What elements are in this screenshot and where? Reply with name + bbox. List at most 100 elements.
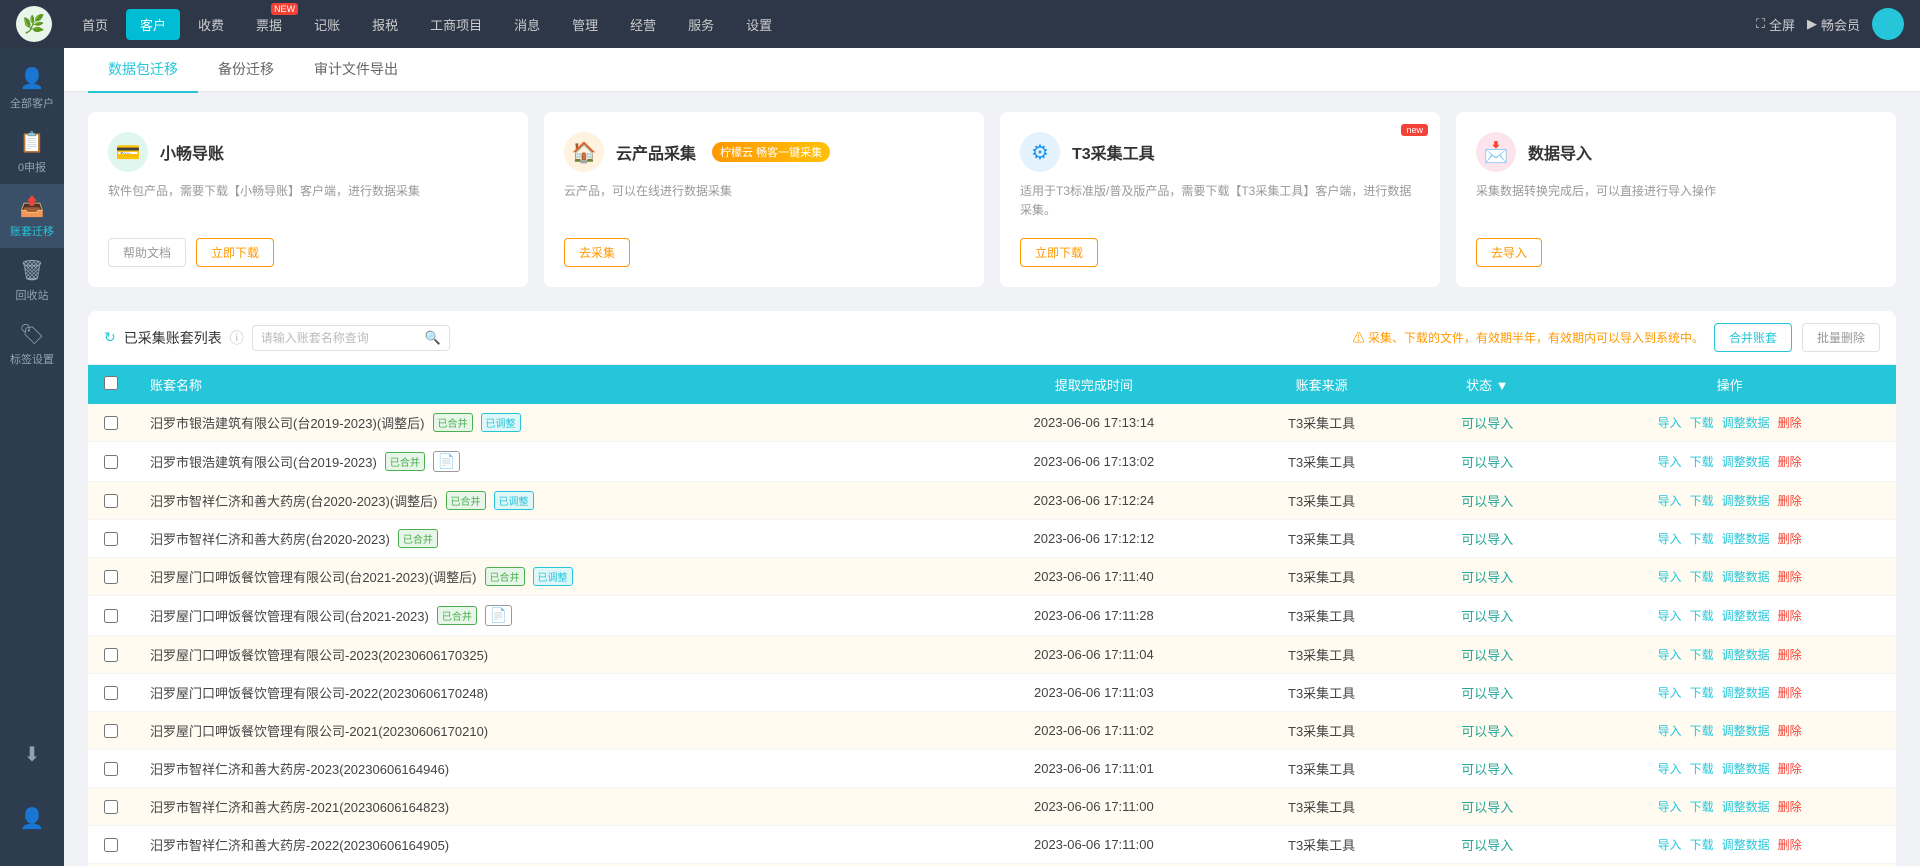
help-icon[interactable]: ⓘ bbox=[230, 328, 244, 348]
nav-settings[interactable]: 设置 bbox=[732, 9, 786, 40]
action-下载[interactable]: 下载 bbox=[1690, 416, 1714, 430]
action-删除[interactable]: 删除 bbox=[1778, 532, 1802, 546]
nav-fee[interactable]: 收费 bbox=[184, 9, 238, 40]
sidebar-item-user-profile[interactable]: 👤 bbox=[0, 786, 64, 850]
action-导入[interactable]: 导入 bbox=[1658, 800, 1682, 814]
action-下载[interactable]: 下载 bbox=[1690, 648, 1714, 662]
action-调整数据[interactable]: 调整数据 bbox=[1722, 762, 1770, 776]
download-now-button-1[interactable]: 立即下载 bbox=[196, 238, 274, 267]
action-导入[interactable]: 导入 bbox=[1658, 724, 1682, 738]
action-导入[interactable]: 导入 bbox=[1658, 416, 1682, 430]
action-下载[interactable]: 下载 bbox=[1690, 800, 1714, 814]
fullscreen-button[interactable]: ⛶ 全屏 bbox=[1756, 15, 1795, 34]
nav-service[interactable]: 服务 bbox=[674, 9, 728, 40]
nav-invoice[interactable]: 票据 new bbox=[242, 9, 296, 40]
action-调整数据[interactable]: 调整数据 bbox=[1722, 570, 1770, 584]
action-导入[interactable]: 导入 bbox=[1658, 762, 1682, 776]
sidebar-item-tag-settings[interactable]: 🏷 标签设置 bbox=[0, 312, 64, 376]
action-调整数据[interactable]: 调整数据 bbox=[1722, 416, 1770, 430]
action-删除[interactable]: 删除 bbox=[1778, 455, 1802, 469]
action-下载[interactable]: 下载 bbox=[1690, 609, 1714, 623]
row-checkbox[interactable] bbox=[104, 494, 118, 508]
action-导入[interactable]: 导入 bbox=[1658, 686, 1682, 700]
action-下载[interactable]: 下载 bbox=[1690, 724, 1714, 738]
row-checkbox[interactable] bbox=[104, 648, 118, 662]
row-checkbox[interactable] bbox=[104, 532, 118, 546]
sidebar-item-recycle[interactable]: 🗑 回收站 bbox=[0, 248, 64, 312]
row-status: 可以导入 bbox=[1461, 762, 1513, 777]
nav-client[interactable]: 客户 bbox=[126, 9, 180, 40]
row-checkbox[interactable] bbox=[104, 800, 118, 814]
select-all-checkbox[interactable] bbox=[104, 376, 118, 390]
action-调整数据[interactable]: 调整数据 bbox=[1722, 800, 1770, 814]
row-checkbox[interactable] bbox=[104, 609, 118, 623]
action-删除[interactable]: 删除 bbox=[1778, 648, 1802, 662]
help-doc-button[interactable]: 帮助文档 bbox=[108, 238, 186, 267]
tab-data-migrate[interactable]: 数据包迁移 bbox=[88, 48, 198, 93]
action-导入[interactable]: 导入 bbox=[1658, 609, 1682, 623]
action-导入[interactable]: 导入 bbox=[1658, 494, 1682, 508]
action-删除[interactable]: 删除 bbox=[1778, 570, 1802, 584]
action-删除[interactable]: 删除 bbox=[1778, 800, 1802, 814]
action-导入[interactable]: 导入 bbox=[1658, 838, 1682, 852]
tab-audit-export[interactable]: 审计文件导出 bbox=[294, 48, 418, 93]
action-下载[interactable]: 下载 bbox=[1690, 532, 1714, 546]
avatar[interactable] bbox=[1872, 8, 1904, 40]
go-collect-button[interactable]: 去采集 bbox=[564, 238, 630, 267]
action-删除[interactable]: 删除 bbox=[1778, 609, 1802, 623]
sidebar-item-zero-report[interactable]: 📋 0申报 bbox=[0, 120, 64, 184]
action-下载[interactable]: 下载 bbox=[1690, 686, 1714, 700]
nav-mgmt[interactable]: 管理 bbox=[558, 9, 612, 40]
action-删除[interactable]: 删除 bbox=[1778, 762, 1802, 776]
action-调整数据[interactable]: 调整数据 bbox=[1722, 648, 1770, 662]
action-删除[interactable]: 删除 bbox=[1778, 494, 1802, 508]
action-下载[interactable]: 下载 bbox=[1690, 762, 1714, 776]
action-调整数据[interactable]: 调整数据 bbox=[1722, 724, 1770, 738]
action-导入[interactable]: 导入 bbox=[1658, 648, 1682, 662]
action-调整数据[interactable]: 调整数据 bbox=[1722, 455, 1770, 469]
action-导入[interactable]: 导入 bbox=[1658, 455, 1682, 469]
nav-tax[interactable]: 报税 bbox=[358, 9, 412, 40]
row-checkbox[interactable] bbox=[104, 455, 118, 469]
batch-delete-button[interactable]: 批量删除 bbox=[1802, 323, 1880, 352]
go-import-button[interactable]: 去导入 bbox=[1476, 238, 1542, 267]
row-checkbox[interactable] bbox=[104, 724, 118, 738]
search-input[interactable] bbox=[261, 331, 421, 345]
sidebar-item-account-migrate[interactable]: 📤 账套迁移 bbox=[0, 184, 64, 248]
action-删除[interactable]: 删除 bbox=[1778, 416, 1802, 430]
row-checkbox[interactable] bbox=[104, 838, 118, 852]
card-title-1: 小畅导账 bbox=[160, 140, 224, 164]
refresh-icon[interactable]: ↻ bbox=[104, 329, 116, 346]
sidebar-item-download[interactable]: ⬇ bbox=[0, 722, 64, 786]
download-now-button-3[interactable]: 立即下载 bbox=[1020, 238, 1098, 267]
action-下载[interactable]: 下载 bbox=[1690, 455, 1714, 469]
sidebar-item-all-client[interactable]: 👤 全部客户 bbox=[0, 56, 64, 120]
row-checkbox[interactable] bbox=[104, 570, 118, 584]
action-调整数据[interactable]: 调整数据 bbox=[1722, 686, 1770, 700]
merge-button[interactable]: 合并账套 bbox=[1714, 323, 1792, 352]
action-调整数据[interactable]: 调整数据 bbox=[1722, 609, 1770, 623]
action-调整数据[interactable]: 调整数据 bbox=[1722, 532, 1770, 546]
vip-button[interactable]: ▶ 畅会员 bbox=[1807, 15, 1860, 34]
row-time: 2023-06-06 17:11:04 bbox=[956, 636, 1232, 674]
row-checkbox[interactable] bbox=[104, 416, 118, 430]
action-调整数据[interactable]: 调整数据 bbox=[1722, 494, 1770, 508]
nav-msg[interactable]: 消息 bbox=[500, 9, 554, 40]
action-删除[interactable]: 删除 bbox=[1778, 686, 1802, 700]
nav-biz[interactable]: 工商项目 bbox=[416, 9, 496, 40]
nav-ops[interactable]: 经营 bbox=[616, 9, 670, 40]
action-调整数据[interactable]: 调整数据 bbox=[1722, 838, 1770, 852]
search-icon[interactable]: 🔍 bbox=[425, 330, 441, 346]
action-删除[interactable]: 删除 bbox=[1778, 838, 1802, 852]
action-导入[interactable]: 导入 bbox=[1658, 570, 1682, 584]
action-下载[interactable]: 下载 bbox=[1690, 494, 1714, 508]
row-checkbox[interactable] bbox=[104, 686, 118, 700]
action-下载[interactable]: 下载 bbox=[1690, 570, 1714, 584]
action-导入[interactable]: 导入 bbox=[1658, 532, 1682, 546]
action-下载[interactable]: 下载 bbox=[1690, 838, 1714, 852]
tab-backup-migrate[interactable]: 备份迁移 bbox=[198, 48, 294, 93]
nav-account[interactable]: 记账 bbox=[300, 9, 354, 40]
action-删除[interactable]: 删除 bbox=[1778, 724, 1802, 738]
row-checkbox[interactable] bbox=[104, 762, 118, 776]
nav-home[interactable]: 首页 bbox=[68, 9, 122, 40]
